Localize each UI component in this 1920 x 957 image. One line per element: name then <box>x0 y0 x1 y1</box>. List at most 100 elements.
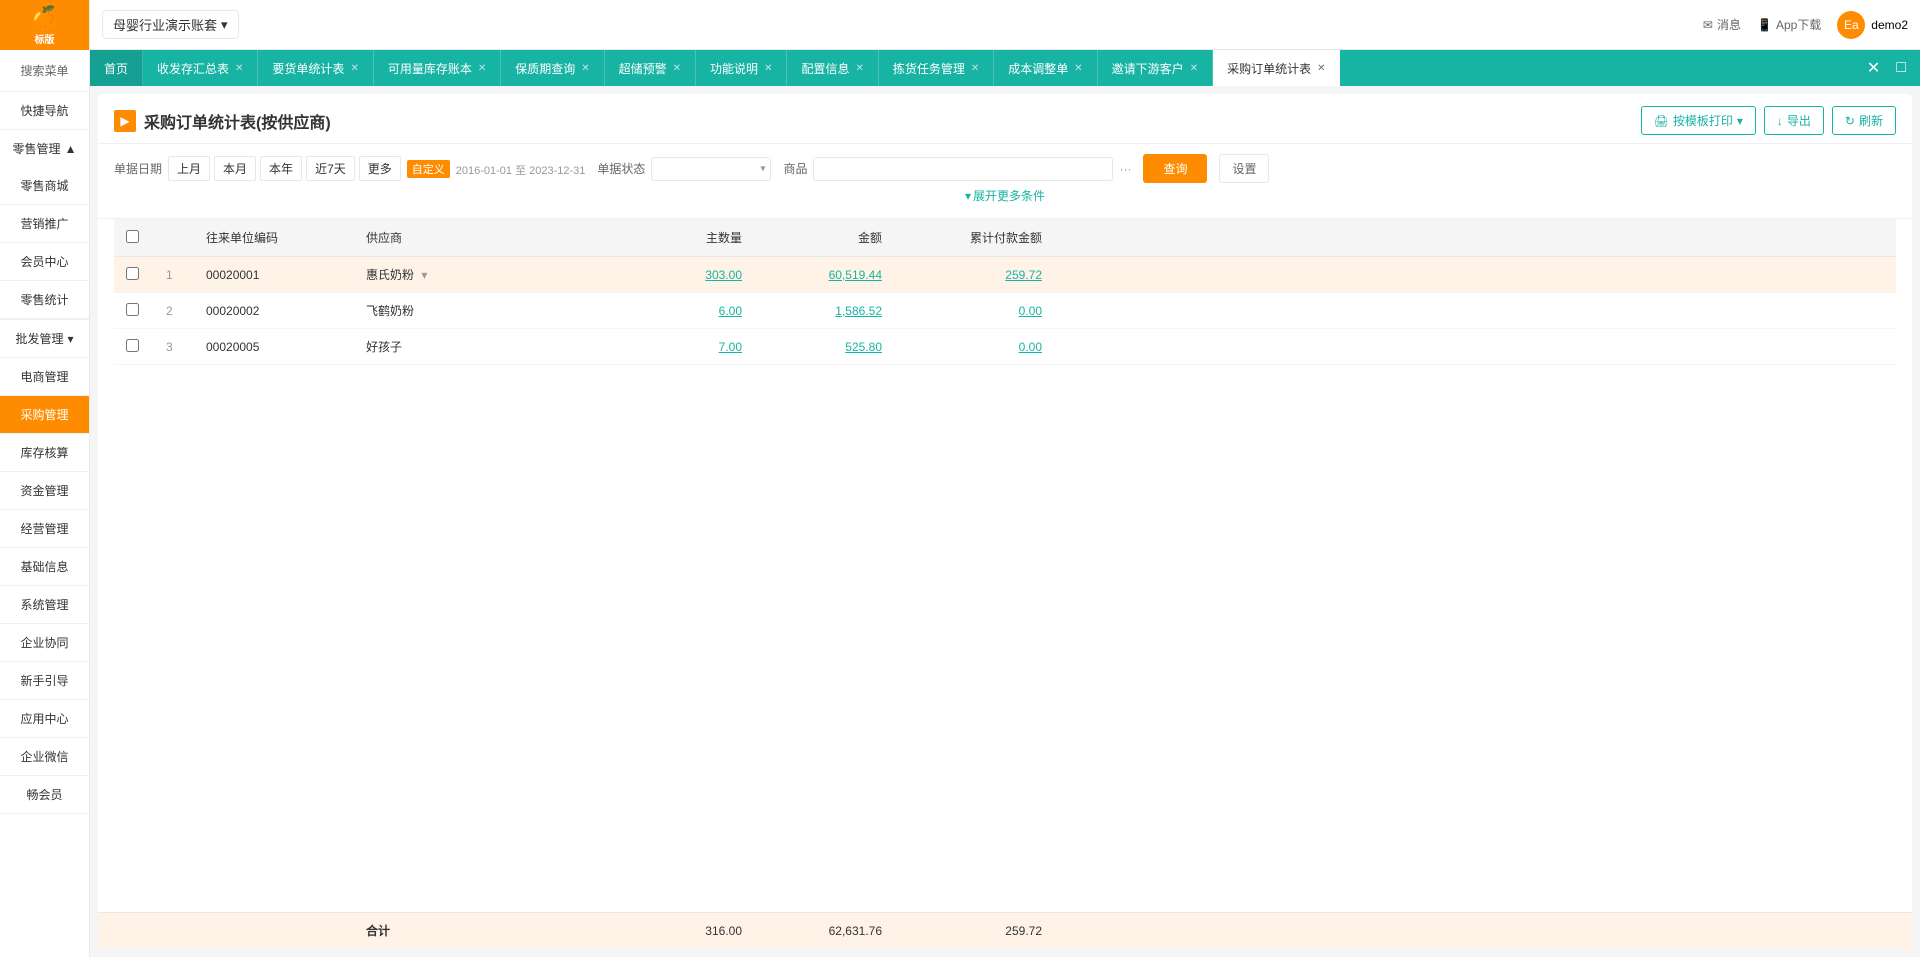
row-1-qty: 303.00 <box>614 257 754 293</box>
tab-chaochuyujing-close[interactable]: ✕ <box>673 63 681 74</box>
sidebar-item-retail-stat[interactable]: 零售统计 <box>0 281 89 319</box>
print-button[interactable]: 🖨 按模板打印 ▾ <box>1641 106 1756 135</box>
search-button[interactable]: 查询 <box>1143 154 1207 183</box>
row-1-qty-link[interactable]: 303.00 <box>705 268 742 282</box>
filter-goods-label: 商品 <box>783 160 807 177</box>
expand-more-button[interactable]: ▾ 展开更多条件 <box>965 187 1045 204</box>
print-chevron-icon: ▾ <box>1737 114 1743 128</box>
filter-date-label: 单据日期 <box>114 160 162 177</box>
sidebar-item-inventory[interactable]: 库存核算 <box>0 434 89 472</box>
tab-shoufahuizhong-label: 收发存汇总表 <box>157 60 229 77</box>
tab-keyongliang[interactable]: 可用量库存账本 ✕ <box>374 50 501 86</box>
table-container: 往来单位编码 供应商 主数量 金额 累计付款金额 1 00020001 <box>98 219 1912 912</box>
tab-tuohuo-label: 拣货任务管理 <box>893 60 965 77</box>
tab-tuohuo-close[interactable]: ✕ <box>971 63 979 74</box>
sidebar-group-retail-title[interactable]: 零售管理 ▲ <box>0 130 89 167</box>
row-2-paid-link[interactable]: 0.00 <box>1019 304 1042 318</box>
sidebar-item-quicknav[interactable]: 快捷导航 <box>0 92 89 130</box>
tab-tuohuo[interactable]: 拣货任务管理 ✕ <box>879 50 994 86</box>
row-1-amount-link[interactable]: 60,519.44 <box>829 268 882 282</box>
select-all-checkbox[interactable] <box>126 230 139 243</box>
chevron-down-icon: ▾ <box>67 332 73 346</box>
row-2-checkbox[interactable] <box>126 303 139 316</box>
filter-status-select[interactable] <box>651 157 771 181</box>
sidebar-group-wholesale-label: 批发管理 <box>15 330 63 347</box>
tab-keyongliang-label: 可用量库存账本 <box>388 60 472 77</box>
row-3-amount-link[interactable]: 525.80 <box>845 340 882 354</box>
message-label: 消息 <box>1717 16 1741 33</box>
search-menu-button[interactable]: 搜索菜单 <box>6 58 83 83</box>
row-2-qty-link[interactable]: 6.00 <box>719 304 742 318</box>
collapse-sidebar-button[interactable]: ▶ <box>114 110 136 132</box>
tab-baozhiqi-close[interactable]: ✕ <box>581 63 589 74</box>
row-1-checkbox[interactable] <box>126 267 139 280</box>
row-3-paid-link[interactable]: 0.00 <box>1019 340 1042 354</box>
tab-yaoqingxiayou-close[interactable]: ✕ <box>1190 63 1198 74</box>
sidebar-item-base[interactable]: 基础信息 <box>0 548 89 586</box>
filter-btn-last-month[interactable]: 上月 <box>168 156 210 181</box>
tab-gongngshuoming[interactable]: 功能说明 ✕ <box>696 50 787 86</box>
logo-text: 标版 <box>35 31 55 46</box>
sidebar-item-newguide[interactable]: 新手引导 <box>0 662 89 700</box>
tab-home[interactable]: 首页 <box>90 50 143 86</box>
row-1-dropdown-icon[interactable]: ▾ <box>421 268 427 282</box>
tab-peizhi[interactable]: 配置信息 ✕ <box>787 50 878 86</box>
row-3-qty-link[interactable]: 7.00 <box>719 340 742 354</box>
filter-btn-more[interactable]: 更多 <box>359 156 401 181</box>
tab-gongngshuoming-close[interactable]: ✕ <box>764 63 772 74</box>
filter-goods-more-icon[interactable]: ··· <box>1119 162 1131 176</box>
sidebar-item-ecom[interactable]: 电商管理 <box>0 358 89 396</box>
sidebar-item-bizmanage[interactable]: 经营管理 <box>0 510 89 548</box>
sidebar-item-retail-promo[interactable]: 营销推广 <box>0 205 89 243</box>
tab-yaohuo-close[interactable]: ✕ <box>350 63 358 74</box>
sidebar-item-system[interactable]: 系统管理 <box>0 586 89 624</box>
footer-paid: 259.72 <box>894 913 1054 949</box>
tab-chengbentiaoz[interactable]: 成本调整单 ✕ <box>994 50 1097 86</box>
filter-btn-7days[interactable]: 近7天 <box>306 156 355 181</box>
tabbar-close-all[interactable]: ✕ <box>1861 56 1886 80</box>
refresh-button[interactable]: ↻ 刷新 <box>1832 106 1896 135</box>
tab-yaohuo[interactable]: 要货单统计表 ✕ <box>258 50 373 86</box>
row-1-amount: 60,519.44 <box>754 257 894 293</box>
settings-button[interactable]: 设置 <box>1219 154 1269 183</box>
sidebar-item-retail-member[interactable]: 会员中心 <box>0 243 89 281</box>
footer-empty-2 <box>154 913 194 949</box>
filter-goods-item: 商品 ··· <box>783 157 1131 181</box>
data-table: 往来单位编码 供应商 主数量 金额 累计付款金额 1 00020001 <box>114 219 1896 365</box>
row-1-paid-link[interactable]: 259.72 <box>1005 268 1042 282</box>
message-button[interactable]: ✉ 消息 <box>1703 16 1741 33</box>
sidebar-item-vip[interactable]: 畅会员 <box>0 776 89 814</box>
filter-btn-this-year[interactable]: 本年 <box>260 156 302 181</box>
sidebar-item-finance[interactable]: 资金管理 <box>0 472 89 510</box>
export-button[interactable]: ↓ 导出 <box>1764 106 1824 135</box>
tab-keyongliang-close[interactable]: ✕ <box>478 63 486 74</box>
sidebar-item-retail-shop[interactable]: 零售商城 <box>0 167 89 205</box>
filter-btn-this-month[interactable]: 本月 <box>214 156 256 181</box>
tab-chaochuyujing[interactable]: 超储预警 ✕ <box>605 50 696 86</box>
tab-peizhi-close[interactable]: ✕ <box>855 63 863 74</box>
row-3-checkbox[interactable] <box>126 339 139 352</box>
user-menu[interactable]: Ea demo2 <box>1837 11 1908 39</box>
tab-yaoqingxiayou[interactable]: 邀请下游客户 ✕ <box>1098 50 1213 86</box>
sidebar-item-purchase[interactable]: 采购管理 <box>0 396 89 434</box>
tab-chengbentiaoz-close[interactable]: ✕ <box>1074 63 1082 74</box>
footer-table: 合计 316.00 62,631.76 259.72 <box>114 913 1896 949</box>
app-download-label: App下载 <box>1776 16 1821 33</box>
tab-shoufahuizhong-close[interactable]: ✕ <box>235 63 243 74</box>
tab-baozhiqi-label: 保质期查询 <box>515 60 575 77</box>
sidebar-item-appcenter[interactable]: 应用中心 <box>0 700 89 738</box>
tab-shoufahuizhong[interactable]: 收发存汇总表 ✕ <box>143 50 258 86</box>
row-2-amount-link[interactable]: 1,586.52 <box>835 304 882 318</box>
tab-caigou[interactable]: 采购订单统计表 ✕ <box>1213 50 1340 86</box>
tab-baozhiqi[interactable]: 保质期查询 ✕ <box>501 50 604 86</box>
filter-area: 单据日期 上月 本月 本年 近7天 更多 自定义 2016-01-01 至 20… <box>98 144 1912 219</box>
sidebar-item-collab[interactable]: 企业协同 <box>0 624 89 662</box>
sidebar-item-bizwx[interactable]: 企业微信 <box>0 738 89 776</box>
filter-goods-input[interactable] <box>813 157 1113 181</box>
workspace-selector[interactable]: 母婴行业演示账套 ▾ <box>102 10 239 39</box>
sidebar-group-wholesale-title[interactable]: 批发管理 ▾ <box>0 320 89 357</box>
tab-caigou-close[interactable]: ✕ <box>1317 63 1325 74</box>
app-download-button[interactable]: 📱 App下载 <box>1757 16 1821 33</box>
footer-empty-1 <box>114 913 154 949</box>
tabbar-restore[interactable]: □ <box>1890 57 1912 79</box>
